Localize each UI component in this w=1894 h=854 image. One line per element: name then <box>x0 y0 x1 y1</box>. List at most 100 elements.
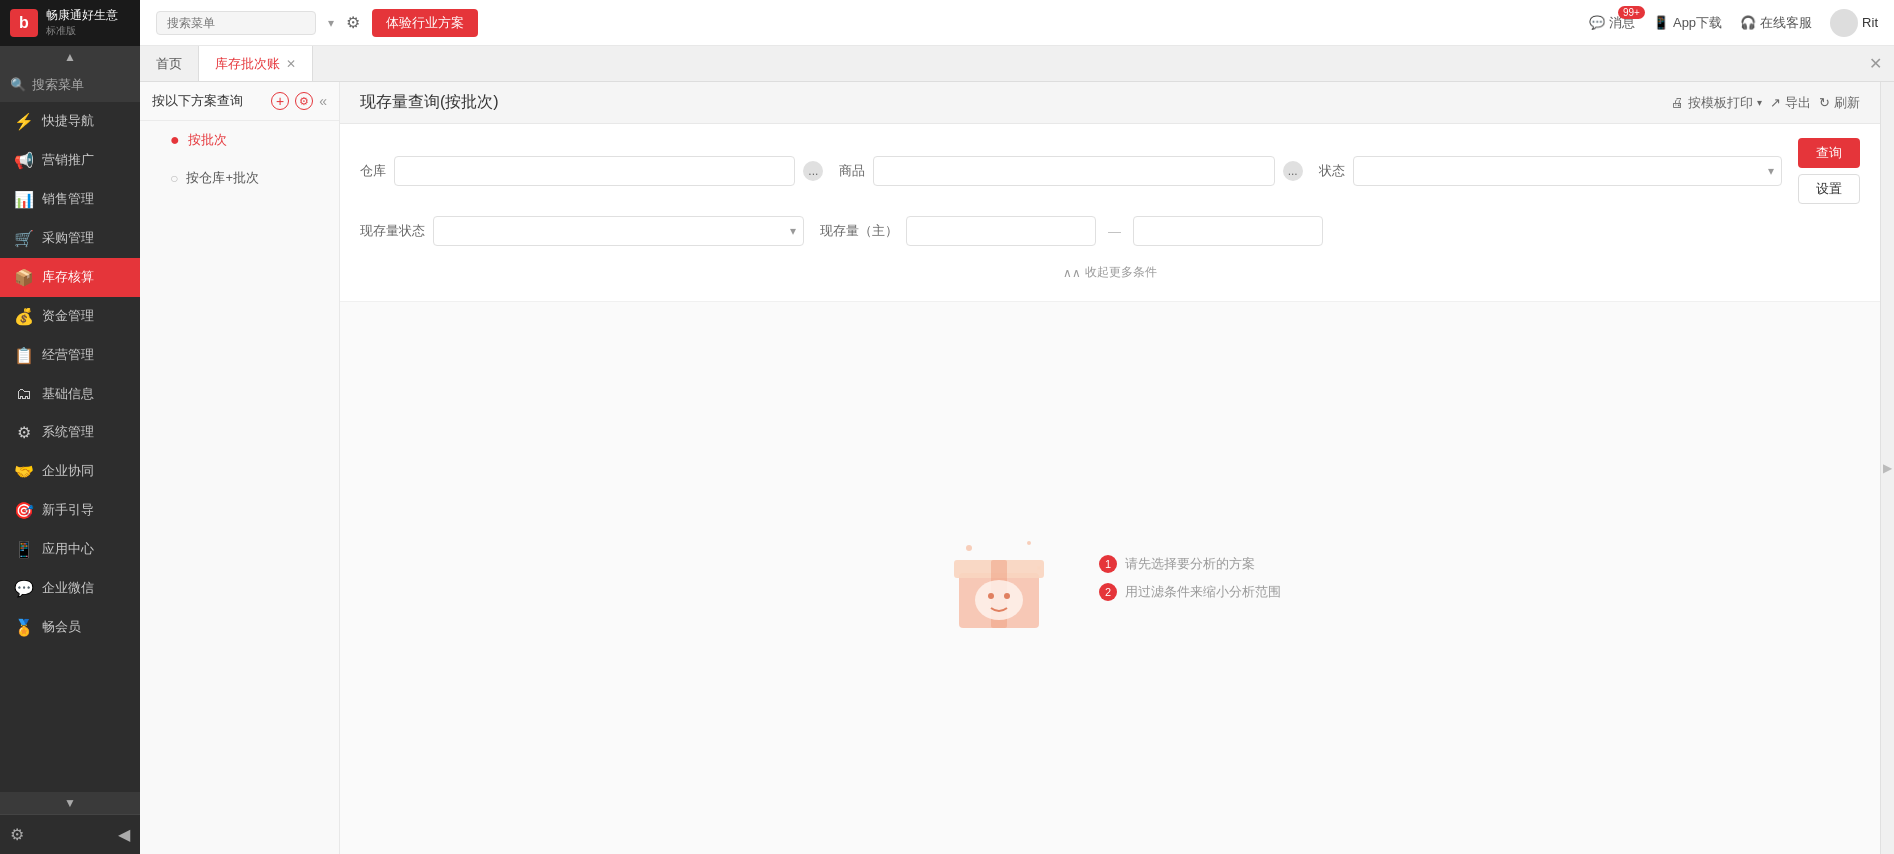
sidebar-search[interactable]: 🔍 搜索菜单 <box>0 68 140 102</box>
refresh-btn[interactable]: ↻ 刷新 <box>1819 94 1860 112</box>
messages-btn[interactable]: 💬 消息 99+ <box>1589 14 1635 32</box>
sidebar-scroll-up[interactable]: ▲ <box>0 46 140 68</box>
stock-amount-label: 现存量（主） <box>820 222 898 240</box>
sidebar-item-marketing[interactable]: 📢 营销推广 <box>0 141 140 180</box>
top-bar-right: 💬 消息 99+ 📱 App下载 🎧 在线客服 Rit <box>1589 9 1878 37</box>
tab-panel-close-btn[interactable]: ✕ <box>1857 54 1894 73</box>
sidebar-item-quick-nav[interactable]: ⚡ 快捷导航 <box>0 102 140 141</box>
filter-panel-title: 按以下方案查询 <box>152 92 243 110</box>
form-row-2: 现存量状态 ▾ 现存量（主） — <box>360 216 1860 246</box>
svg-point-6 <box>966 545 972 551</box>
top-search-input[interactable] <box>156 11 316 35</box>
enterprise-icon: 🤝 <box>14 462 34 481</box>
operation-icon: 📋 <box>14 346 34 365</box>
basic-icon: 🗂 <box>14 385 34 403</box>
warehouse-label: 仓库 <box>360 162 386 180</box>
message-badge: 99+ <box>1618 6 1645 19</box>
user-avatar-area[interactable]: Rit <box>1830 9 1878 37</box>
member-icon: 🏅 <box>14 618 34 637</box>
right-sidebar-handle[interactable]: ▶ <box>1880 82 1894 854</box>
experience-btn[interactable]: 体验行业方案 <box>372 9 478 37</box>
home-tab-label: 首页 <box>156 55 182 73</box>
filter-item-inactive-icon: ○ <box>170 170 178 186</box>
sidebar-item-member[interactable]: 🏅 畅会员 <box>0 608 140 647</box>
basic-label: 基础信息 <box>42 385 94 403</box>
collapse-sidebar-icon[interactable]: ◀ <box>118 825 130 844</box>
stock-amount-to-input[interactable] <box>1133 216 1323 246</box>
warehouse-input[interactable] <box>394 156 795 186</box>
stock-status-select[interactable] <box>433 216 804 246</box>
purchase-icon: 🛒 <box>14 229 34 248</box>
form-action-buttons: 查询 设置 <box>1798 138 1860 204</box>
message-icon: 💬 <box>1589 15 1605 30</box>
sidebar-item-inventory[interactable]: 📦 库存核算 <box>0 258 140 297</box>
sidebar-nav: ⚡ 快捷导航 📢 营销推广 📊 销售管理 🛒 采购管理 📦 库存核算 💰 资金管… <box>0 102 140 792</box>
inventory-icon: 📦 <box>14 268 34 287</box>
collapse-up-icon: ∧∧ <box>1063 266 1081 280</box>
filter-item-by-batch[interactable]: ● 按批次 <box>140 121 339 159</box>
goods-input[interactable] <box>873 156 1274 186</box>
print-btn[interactable]: 🖨 按模板打印 ▾ <box>1671 94 1762 112</box>
sidebar-scroll-down[interactable]: ▼ <box>0 792 140 814</box>
settings-footer-icon[interactable]: ⚙ <box>10 825 24 844</box>
sidebar-item-finance[interactable]: 💰 资金管理 <box>0 297 140 336</box>
app-logo: b <box>10 9 38 37</box>
filter-item-active-icon: ● <box>170 131 180 149</box>
sidebar-item-newbie[interactable]: 🎯 新手引导 <box>0 491 140 530</box>
filter-item-by-warehouse-batch[interactable]: ○ 按仓库+批次 <box>140 159 339 197</box>
sidebar-item-purchase[interactable]: 🛒 采购管理 <box>0 219 140 258</box>
user-name: Rit <box>1862 15 1878 30</box>
warehouse-more-btn[interactable]: ... <box>803 161 823 181</box>
sidebar-item-weixin[interactable]: 💬 企业微信 <box>0 569 140 608</box>
filter-settings-btn[interactable]: ⚙ <box>295 92 313 110</box>
tab-inventory-batch[interactable]: 库存批次账 ✕ <box>199 46 313 81</box>
marketing-label: 营销推广 <box>42 151 94 169</box>
sales-label: 销售管理 <box>42 190 94 208</box>
sidebar-item-enterprise[interactable]: 🤝 企业协同 <box>0 452 140 491</box>
tab-close-icon[interactable]: ✕ <box>286 58 296 70</box>
filter-panel-actions: + ⚙ « <box>271 92 327 110</box>
app-download-btn[interactable]: 📱 App下载 <box>1653 14 1722 32</box>
query-btn[interactable]: 查询 <box>1798 138 1860 168</box>
filter-item-label-2: 按仓库+批次 <box>186 169 259 187</box>
status-select[interactable] <box>1353 156 1782 186</box>
tab-bar: 首页 库存批次账 ✕ ✕ <box>140 46 1894 82</box>
online-service-btn[interactable]: 🎧 在线客服 <box>1740 14 1812 32</box>
purchase-label: 采购管理 <box>42 229 94 247</box>
empty-svg-icon <box>939 518 1059 638</box>
stock-amount-from-input[interactable] <box>906 216 1096 246</box>
goods-field: 商品 ... <box>839 156 1302 186</box>
inventory-batch-tab-label: 库存批次账 <box>215 55 280 73</box>
top-gear-icon[interactable]: ⚙ <box>346 13 360 32</box>
tab-home[interactable]: 首页 <box>140 46 199 81</box>
svg-point-8 <box>1037 566 1041 570</box>
svg-point-4 <box>988 593 994 599</box>
enterprise-label: 企业协同 <box>42 462 94 480</box>
main-area: ▾ ⚙ 体验行业方案 💬 消息 99+ 📱 App下载 🎧 在线客服 Rit <box>140 0 1894 854</box>
right-content: 现存量查询(按批次) 🖨 按模板打印 ▾ ↗ 导出 ↻ 刷新 <box>340 82 1880 854</box>
search-chevron-icon[interactable]: ▾ <box>328 16 334 30</box>
member-label: 畅会员 <box>42 618 81 636</box>
export-btn[interactable]: ↗ 导出 <box>1770 94 1811 112</box>
tip-text-1: 请先选择要分析的方案 <box>1125 555 1255 573</box>
online-service-label: 在线客服 <box>1760 14 1812 32</box>
stock-amount-separator: — <box>1104 224 1125 239</box>
tip-num-2: 2 <box>1099 583 1117 601</box>
sidebar-item-system[interactable]: ⚙ 系统管理 <box>0 413 140 452</box>
settings-btn[interactable]: 设置 <box>1798 174 1860 204</box>
svg-point-5 <box>1004 593 1010 599</box>
sidebar-item-basic[interactable]: 🗂 基础信息 <box>0 375 140 413</box>
export-label: 导出 <box>1785 94 1811 112</box>
filter-add-btn[interactable]: + <box>271 92 289 110</box>
collapse-more-btn[interactable]: ∧∧ 收起更多条件 <box>360 258 1860 287</box>
sidebar-item-operation[interactable]: 📋 经营管理 <box>0 336 140 375</box>
sidebar-item-app-center[interactable]: 📱 应用中心 <box>0 530 140 569</box>
goods-label: 商品 <box>839 162 865 180</box>
app-info: 畅康通好生意 标准版 <box>46 8 118 38</box>
goods-more-btn[interactable]: ... <box>1283 161 1303 181</box>
refresh-label: 刷新 <box>1834 94 1860 112</box>
sidebar-item-sales[interactable]: 📊 销售管理 <box>0 180 140 219</box>
system-label: 系统管理 <box>42 423 94 441</box>
finance-label: 资金管理 <box>42 307 94 325</box>
filter-collapse-icon[interactable]: « <box>319 93 327 109</box>
